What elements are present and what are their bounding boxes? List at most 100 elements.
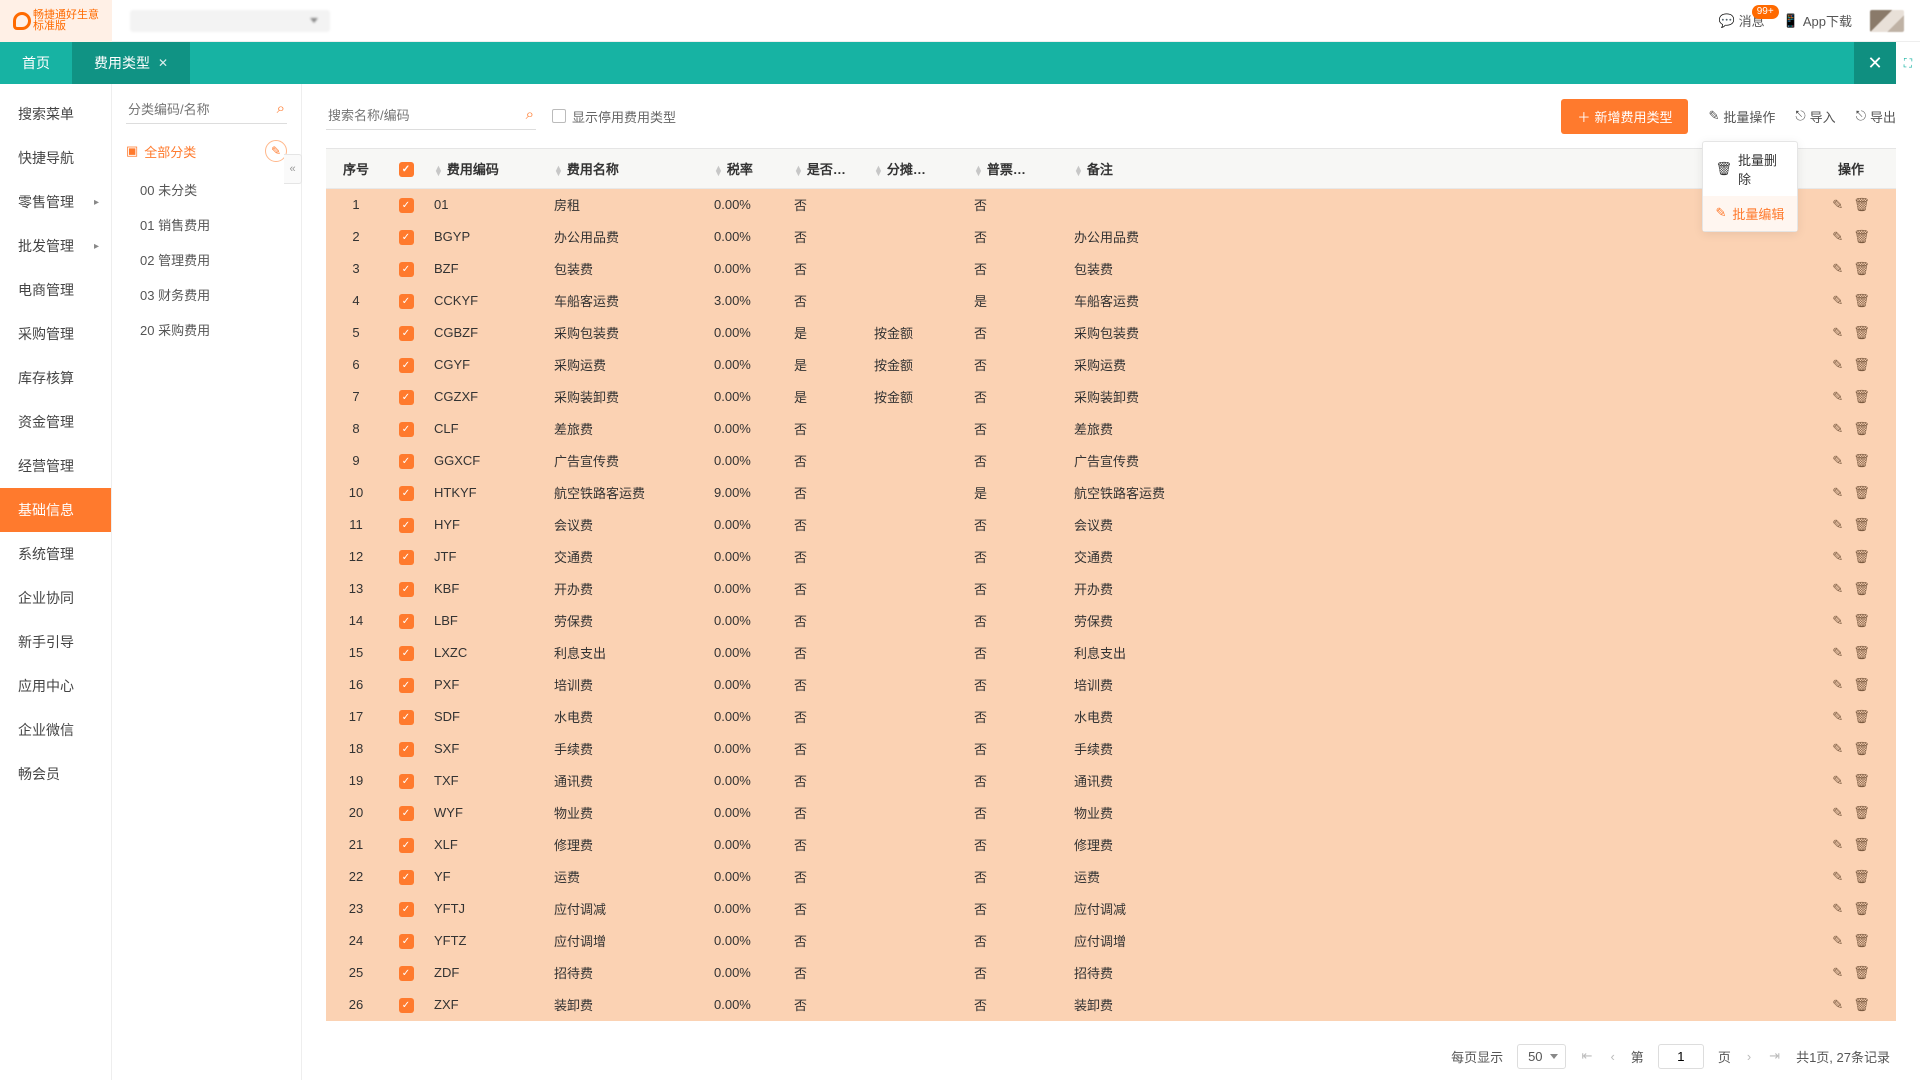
row-delete-button[interactable]: 🗑 bbox=[1853, 997, 1870, 1013]
cell-checkbox[interactable]: ✓ bbox=[386, 765, 426, 797]
table-row[interactable]: 20✓WYF物业费0.00%否否物业费✎🗑 bbox=[326, 797, 1896, 829]
row-edit-button[interactable]: ✎ bbox=[1832, 677, 1843, 693]
table-row[interactable]: 18✓SXF手续费0.00%否否手续费✎🗑 bbox=[326, 733, 1896, 765]
leftnav-item[interactable]: 经营管理 bbox=[0, 444, 111, 488]
row-edit-button[interactable]: ✎ bbox=[1832, 261, 1843, 277]
th-code[interactable]: ▲▼费用编码 bbox=[426, 149, 546, 189]
row-edit-button[interactable]: ✎ bbox=[1832, 965, 1843, 981]
show-disabled-checkbox[interactable]: 显示停用费用类型 bbox=[552, 107, 676, 126]
batch-ops-button[interactable]: ✎ 批量操作 bbox=[1708, 107, 1775, 126]
th-alloc[interactable]: ▲▼分摊… bbox=[866, 149, 966, 189]
row-delete-button[interactable]: 🗑 bbox=[1853, 325, 1870, 341]
row-delete-button[interactable]: 🗑 bbox=[1853, 197, 1870, 213]
cell-checkbox[interactable]: ✓ bbox=[386, 445, 426, 477]
table-row[interactable]: 25✓ZDF招待费0.00%否否招待费✎🗑 bbox=[326, 957, 1896, 989]
row-delete-button[interactable]: 🗑 bbox=[1853, 293, 1870, 309]
row-delete-button[interactable]: 🗑 bbox=[1853, 773, 1870, 789]
table-row[interactable]: 4✓CCKYF车船客运费3.00%否是车船客运费✎🗑 bbox=[326, 285, 1896, 317]
category-item[interactable]: 00 未分类 bbox=[112, 172, 301, 207]
batch-delete-item[interactable]: 🗑 批量删除 bbox=[1703, 142, 1797, 196]
row-edit-button[interactable]: ✎ bbox=[1832, 837, 1843, 853]
table-row[interactable]: 24✓YFTZ应付调增0.00%否否应付调增✎🗑 bbox=[326, 925, 1896, 957]
cell-checkbox[interactable]: ✓ bbox=[386, 701, 426, 733]
row-delete-button[interactable]: 🗑 bbox=[1853, 421, 1870, 437]
cell-checkbox[interactable]: ✓ bbox=[386, 861, 426, 893]
table-row[interactable]: 3✓BZF包装费0.00%否否包装费✎🗑 bbox=[326, 253, 1896, 285]
th-yn2[interactable]: ▲▼普票… bbox=[966, 149, 1066, 189]
cell-checkbox[interactable]: ✓ bbox=[386, 317, 426, 349]
leftnav-item[interactable]: 批发管理▸ bbox=[0, 224, 111, 268]
row-edit-button[interactable]: ✎ bbox=[1832, 293, 1843, 309]
cell-checkbox[interactable]: ✓ bbox=[386, 221, 426, 253]
leftnav-item[interactable]: 基础信息 bbox=[0, 488, 111, 532]
cell-checkbox[interactable]: ✓ bbox=[386, 893, 426, 925]
messages-button[interactable]: 💬 消息 99+ bbox=[1718, 11, 1764, 30]
row-delete-button[interactable]: 🗑 bbox=[1853, 677, 1870, 693]
row-delete-button[interactable]: 🗑 bbox=[1853, 901, 1870, 917]
table-row[interactable]: 22✓YF运费0.00%否否运费✎🗑 bbox=[326, 861, 1896, 893]
search-icon[interactable]: ⌕ bbox=[526, 106, 534, 123]
row-edit-button[interactable]: ✎ bbox=[1832, 901, 1843, 917]
avatar[interactable] bbox=[1870, 10, 1904, 32]
table-row[interactable]: 11✓HYF会议费0.00%否否会议费✎🗑 bbox=[326, 509, 1896, 541]
pager-prev[interactable]: ‹ bbox=[1608, 1049, 1616, 1064]
cell-checkbox[interactable]: ✓ bbox=[386, 189, 426, 221]
table-row[interactable]: 7✓CGZXF采购装卸费0.00%是按金额否采购装卸费✎🗑 bbox=[326, 381, 1896, 413]
pager-page-input[interactable] bbox=[1658, 1044, 1704, 1069]
row-edit-button[interactable]: ✎ bbox=[1832, 773, 1843, 789]
app-download-button[interactable]: 📱 App下载 bbox=[1783, 11, 1852, 30]
search-icon[interactable]: ⌕ bbox=[277, 100, 285, 117]
cell-checkbox[interactable]: ✓ bbox=[386, 637, 426, 669]
cell-checkbox[interactable]: ✓ bbox=[386, 797, 426, 829]
cell-checkbox[interactable]: ✓ bbox=[386, 509, 426, 541]
row-edit-button[interactable]: ✎ bbox=[1832, 549, 1843, 565]
table-row[interactable]: 8✓CLF差旅费0.00%否否差旅费✎🗑 bbox=[326, 413, 1896, 445]
row-delete-button[interactable]: 🗑 bbox=[1853, 837, 1870, 853]
category-item[interactable]: 03 财务费用 bbox=[112, 277, 301, 312]
th-rate[interactable]: ▲▼税率 bbox=[706, 149, 786, 189]
table-row[interactable]: 2✓BGYP办公用品费0.00%否否办公用品费✎🗑 bbox=[326, 221, 1896, 253]
th-note[interactable]: ▲▼备注 bbox=[1066, 149, 1806, 189]
cell-checkbox[interactable]: ✓ bbox=[386, 573, 426, 605]
row-delete-button[interactable]: 🗑 bbox=[1853, 389, 1870, 405]
row-delete-button[interactable]: 🗑 bbox=[1853, 805, 1870, 821]
cell-checkbox[interactable]: ✓ bbox=[386, 957, 426, 989]
row-edit-button[interactable]: ✎ bbox=[1832, 741, 1843, 757]
table-row[interactable]: 13✓KBF开办费0.00%否否开办费✎🗑 bbox=[326, 573, 1896, 605]
row-edit-button[interactable]: ✎ bbox=[1832, 357, 1843, 373]
tab-fee-type[interactable]: 费用类型 ✕ bbox=[72, 42, 190, 84]
fullscreen-button[interactable]: ⛶ bbox=[1896, 42, 1920, 84]
row-delete-button[interactable]: 🗑 bbox=[1853, 645, 1870, 661]
table-row[interactable]: 9✓GGXCF广告宣传费0.00%否否广告宣传费✎🗑 bbox=[326, 445, 1896, 477]
leftnav-item[interactable]: 企业微信 bbox=[0, 708, 111, 752]
cell-checkbox[interactable]: ✓ bbox=[386, 733, 426, 765]
row-edit-button[interactable]: ✎ bbox=[1832, 517, 1843, 533]
table-row[interactable]: 16✓PXF培训费0.00%否否培训费✎🗑 bbox=[326, 669, 1896, 701]
cell-checkbox[interactable]: ✓ bbox=[386, 605, 426, 637]
row-edit-button[interactable]: ✎ bbox=[1832, 229, 1843, 245]
pager-first[interactable]: ⇤ bbox=[1580, 1048, 1595, 1064]
row-edit-button[interactable]: ✎ bbox=[1832, 421, 1843, 437]
cell-checkbox[interactable]: ✓ bbox=[386, 829, 426, 861]
row-edit-button[interactable]: ✎ bbox=[1832, 645, 1843, 661]
table-row[interactable]: 1✓01房租0.00%否否✎🗑 bbox=[326, 189, 1896, 221]
row-edit-button[interactable]: ✎ bbox=[1832, 581, 1843, 597]
th-index[interactable]: 序号 bbox=[326, 149, 386, 189]
leftnav-item[interactable]: 快捷导航 bbox=[0, 136, 111, 180]
pager-next[interactable]: › bbox=[1745, 1049, 1753, 1064]
row-edit-button[interactable]: ✎ bbox=[1832, 325, 1843, 341]
import-button[interactable]: ⎋ 导入 bbox=[1795, 107, 1835, 126]
row-edit-button[interactable]: ✎ bbox=[1832, 805, 1843, 821]
cell-checkbox[interactable]: ✓ bbox=[386, 925, 426, 957]
row-delete-button[interactable]: 🗑 bbox=[1853, 581, 1870, 597]
tab-home[interactable]: 首页 bbox=[0, 42, 72, 84]
row-edit-button[interactable]: ✎ bbox=[1832, 613, 1843, 629]
search-input[interactable] bbox=[326, 102, 536, 130]
row-delete-button[interactable]: 🗑 bbox=[1853, 229, 1870, 245]
table-row[interactable]: 5✓CGBZF采购包装费0.00%是按金额否采购包装费✎🗑 bbox=[326, 317, 1896, 349]
row-delete-button[interactable]: 🗑 bbox=[1853, 549, 1870, 565]
table-row[interactable]: 26✓ZXF装卸费0.00%否否装卸费✎🗑 bbox=[326, 989, 1896, 1021]
new-fee-type-button[interactable]: ＋ 新增费用类型 bbox=[1561, 99, 1688, 134]
row-edit-button[interactable]: ✎ bbox=[1832, 869, 1843, 885]
leftnav-item[interactable]: 系统管理 bbox=[0, 532, 111, 576]
